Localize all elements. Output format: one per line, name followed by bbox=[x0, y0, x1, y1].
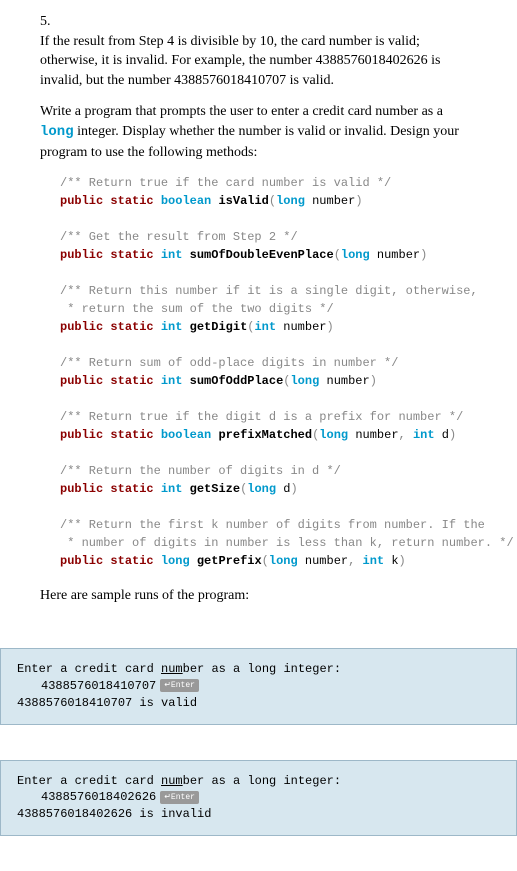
kw-static: static bbox=[110, 194, 153, 208]
kw-public: public bbox=[60, 428, 103, 442]
m5-comment: /** Return true if the digit d is a pref… bbox=[60, 410, 463, 424]
kw-type: long bbox=[161, 554, 190, 568]
prompt-line: Enter a credit card number as a long int… bbox=[17, 773, 500, 790]
param-type: int bbox=[363, 554, 385, 568]
kw-public: public bbox=[60, 320, 103, 334]
problem-main: Write a program that prompts the user to… bbox=[40, 102, 477, 162]
input-line: 4388576018402626↵Enter bbox=[41, 789, 500, 806]
kw-type: int bbox=[161, 320, 183, 334]
method-name: sumOfOddPlace bbox=[190, 374, 284, 388]
kw-public: public bbox=[60, 194, 103, 208]
param-name: number bbox=[283, 320, 326, 334]
code-block: /** Return true if the card number is va… bbox=[60, 174, 477, 570]
m6-comment: /** Return the number of digits in d */ bbox=[60, 464, 341, 478]
param-type: int bbox=[254, 320, 276, 334]
param-name: d bbox=[442, 428, 449, 442]
problem-step-5: 5. If the result from Step 4 is divisibl… bbox=[40, 12, 477, 90]
m2-comment: /** Get the result from Step 2 */ bbox=[60, 230, 298, 244]
m4-comment: /** Return sum of odd-place digits in nu… bbox=[60, 356, 398, 370]
kw-static: static bbox=[110, 554, 153, 568]
sample-run-1: Enter a credit card number as a long int… bbox=[0, 648, 517, 724]
kw-static: static bbox=[110, 320, 153, 334]
param-name: number bbox=[327, 374, 370, 388]
param-name: number bbox=[312, 194, 355, 208]
result-line: 4388576018410707 is valid bbox=[17, 695, 500, 712]
main-text-1: Write a program that prompts the user to… bbox=[40, 104, 443, 119]
kw-public: public bbox=[60, 374, 103, 388]
sample-label: Here are sample runs of the program: bbox=[40, 588, 477, 604]
kw-type: int bbox=[161, 248, 183, 262]
param-type: long bbox=[290, 374, 319, 388]
param-type: int bbox=[413, 428, 435, 442]
param-name: number bbox=[377, 248, 420, 262]
m1-comment: /** Return true if the card number is va… bbox=[60, 176, 391, 190]
method-name: prefixMatched bbox=[218, 428, 312, 442]
result-line: 4388576018402626 is invalid bbox=[17, 806, 500, 823]
method-name: getPrefix bbox=[197, 554, 262, 568]
kw-static: static bbox=[110, 248, 153, 262]
kw-static: static bbox=[110, 374, 153, 388]
kw-type: int bbox=[161, 482, 183, 496]
param-name: k bbox=[391, 554, 398, 568]
method-name: sumOfDoubleEvenPlace bbox=[190, 248, 334, 262]
m7-comment1: /** Return the first k number of digits … bbox=[60, 518, 485, 532]
param-type: long bbox=[341, 248, 370, 262]
kw-static: static bbox=[110, 428, 153, 442]
main-text-2: integer. Display whether the number is v… bbox=[40, 124, 459, 160]
long-keyword: long bbox=[40, 124, 74, 140]
prompt-line: Enter a credit card number as a long int… bbox=[17, 661, 500, 678]
kw-type: int bbox=[161, 374, 183, 388]
m7-comment2: * number of digits in number is less tha… bbox=[60, 536, 514, 550]
kw-public: public bbox=[60, 248, 103, 262]
enter-key-icon: ↵Enter bbox=[160, 679, 199, 692]
method-name: getSize bbox=[190, 482, 240, 496]
kw-public: public bbox=[60, 554, 103, 568]
problem-number: 5. bbox=[40, 12, 60, 32]
m3-comment2: * return the sum of the two digits */ bbox=[60, 302, 334, 316]
param-name: number bbox=[305, 554, 348, 568]
method-name: isValid bbox=[218, 194, 268, 208]
enter-key-icon: ↵Enter bbox=[160, 791, 199, 804]
param-type: long bbox=[269, 554, 298, 568]
param-type: long bbox=[247, 482, 276, 496]
param-name: number bbox=[355, 428, 398, 442]
kw-type: boolean bbox=[161, 428, 211, 442]
sample-run-2: Enter a credit card number as a long int… bbox=[0, 760, 517, 836]
method-name: getDigit bbox=[190, 320, 248, 334]
param-type: long bbox=[319, 428, 348, 442]
param-type: long bbox=[276, 194, 305, 208]
kw-public: public bbox=[60, 482, 103, 496]
document-content: 5. If the result from Step 4 is divisibl… bbox=[0, 0, 517, 630]
input-line: 4388576018410707↵Enter bbox=[41, 678, 500, 695]
kw-type: boolean bbox=[161, 194, 211, 208]
m3-comment1: /** Return this number if it is a single… bbox=[60, 284, 478, 298]
kw-static: static bbox=[110, 482, 153, 496]
param-name: d bbox=[283, 482, 290, 496]
step-text: If the result from Step 4 is divisible b… bbox=[40, 32, 455, 91]
